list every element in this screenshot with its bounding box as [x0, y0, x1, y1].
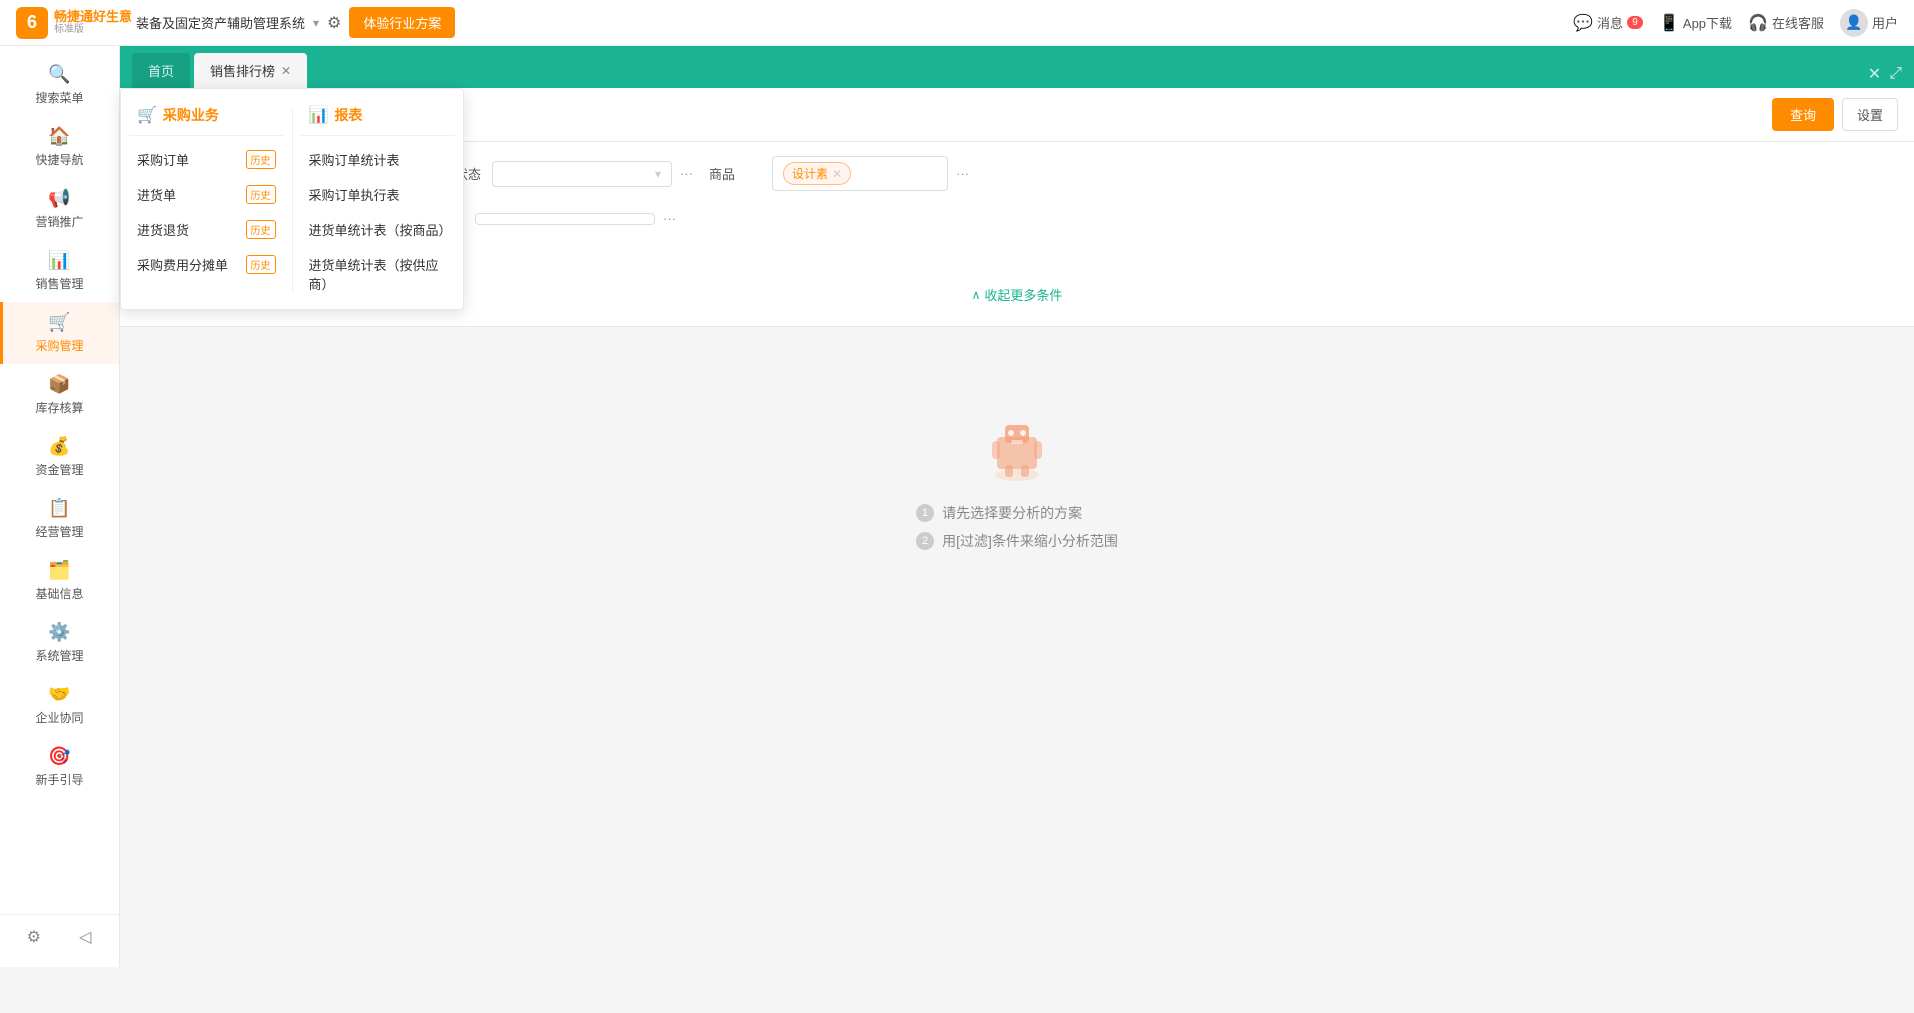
- dropdown-report-4[interactable]: 进货单统计表（按供应商）: [301, 247, 456, 301]
- settings-button[interactable]: 设置: [1842, 98, 1898, 131]
- sidebar-item-search[interactable]: 🔍 搜索菜单: [0, 54, 119, 116]
- logo-text: 畅捷通好生意 标准版: [54, 9, 132, 37]
- user-menu[interactable]: 👤 用户: [1840, 9, 1898, 37]
- sidebar-item-inventory[interactable]: 📦 库存核算: [0, 364, 119, 426]
- inventory-icon: 📦: [48, 374, 70, 395]
- basic-info-icon: 🗂️: [48, 560, 70, 581]
- dropdown-incoming[interactable]: 进货单 历史: [129, 177, 284, 212]
- status-dropdown-icon: ▾: [655, 167, 661, 181]
- phone-icon: 📱: [1659, 13, 1679, 33]
- operations-icon: 📋: [48, 498, 70, 519]
- dropdown-return[interactable]: 进货退货 历史: [129, 212, 284, 247]
- sidebar-settings-btn[interactable]: ⚙: [12, 927, 56, 947]
- sidebar-item-basic-info[interactable]: 🗂️ 基础信息: [0, 550, 119, 612]
- history-badge-1: 历史: [246, 185, 276, 204]
- salesman-more-icon[interactable]: ···: [663, 211, 676, 226]
- status-select[interactable]: ▾: [492, 161, 672, 187]
- header-right: 💬 消息 9 📱 App下载 🎧 在线客服 👤 用户: [1573, 9, 1898, 37]
- nav-dropdown-icon[interactable]: ▾: [313, 16, 319, 30]
- goods-input[interactable]: 设计素 ✕: [772, 156, 948, 191]
- history-badge-2: 历史: [246, 220, 276, 239]
- empty-state: 1 请先选择要分析的方案 2 用[过滤]条件来缩小分析范围: [120, 327, 1914, 631]
- logo-area: 6 畅捷通好生意 标准版: [16, 7, 136, 39]
- sidebar-item-guide[interactable]: 🎯 新手引导: [0, 736, 119, 798]
- empty-tip-1: 1 请先选择要分析的方案: [916, 503, 1118, 523]
- report-title: 📊 报表: [301, 101, 456, 136]
- sales-icon: 📊: [48, 250, 70, 271]
- sidebar-item-operations[interactable]: 📋 经营管理: [0, 488, 119, 550]
- message-button[interactable]: 💬 消息 9: [1573, 13, 1643, 33]
- dropdown-report-1[interactable]: 采购订单统计表: [301, 142, 456, 177]
- finance-icon: 💰: [48, 436, 70, 457]
- purchase-dropdown-menu: 🛒 采购业务 采购订单 历史 进货单 历史 进货退货 历史 采购费用分摊单 历史…: [120, 88, 464, 310]
- top-header: 6 畅捷通好生意 标准版 装备及固定资产辅助管理系统 ▾ ⚙ 体验行业方案 💬 …: [0, 0, 1914, 46]
- sidebar-item-marketing[interactable]: 📢 营销推广: [0, 178, 119, 240]
- sidebar-bottom: ⚙ ◁: [0, 914, 119, 959]
- search-icon: 🔍: [48, 64, 70, 85]
- marketing-icon: 📢: [48, 188, 70, 209]
- tab-close-all-icon[interactable]: ✕: [1868, 64, 1881, 84]
- sidebar-item-sales[interactable]: 📊 销售管理: [0, 240, 119, 302]
- purchase-business-col: 🛒 采购业务 采购订单 历史 进货单 历史 进货退货 历史 采购费用分摊单 历史: [121, 101, 292, 301]
- dropdown-purchase-order[interactable]: 采购订单 历史: [129, 142, 284, 177]
- solution-button[interactable]: 体验行业方案: [349, 7, 455, 38]
- purchase-business-icon: 🛒: [137, 105, 157, 125]
- report-col: 📊 报表 采购订单统计表 采购订单执行表 进货单统计表（按商品） 进货单统计表（…: [293, 101, 464, 301]
- sidebar-item-purchase[interactable]: 🛒 采购管理: [0, 302, 119, 364]
- salesman-input[interactable]: [475, 213, 655, 225]
- sidebar-item-system[interactable]: ⚙️ 系统管理: [0, 612, 119, 674]
- dropdown-report-2[interactable]: 采购订单执行表: [301, 177, 456, 212]
- user-avatar-icon: 👤: [1845, 14, 1862, 31]
- tab-sales-rank[interactable]: 销售排行榜 ✕: [194, 53, 307, 88]
- message-icon: 💬: [1573, 13, 1593, 33]
- status-more-icon[interactable]: ···: [680, 166, 693, 181]
- history-badge-0: 历史: [246, 150, 276, 169]
- collapse-chevron-icon: ∧: [972, 288, 981, 302]
- purchase-business-title: 🛒 采购业务: [129, 101, 284, 136]
- goods-more-icon[interactable]: ···: [956, 166, 969, 181]
- toolbar-right: 查询 设置: [1772, 98, 1898, 131]
- cooperation-icon: 🤝: [48, 684, 70, 705]
- dropdown-report-3[interactable]: 进货单统计表（按商品）: [301, 212, 456, 247]
- logo-icon: 6: [16, 7, 48, 39]
- purchase-icon: 🛒: [48, 312, 70, 333]
- tab-bar-right: ✕ ⤢: [1868, 64, 1902, 88]
- empty-tip-2: 2 用[过滤]条件来缩小分析范围: [916, 531, 1118, 551]
- settings-icon[interactable]: ⚙: [327, 13, 341, 33]
- sidebar: 🔍 搜索菜单 🏠 快捷导航 📢 营销推广 📊 销售管理 🛒 采购管理 📦 库存核…: [0, 46, 120, 967]
- header-nav: 装备及固定资产辅助管理系统 ▾ ⚙ 体验行业方案: [136, 7, 1573, 38]
- goods-tag-remove[interactable]: ✕: [832, 167, 842, 181]
- sidebar-item-cooperation[interactable]: 🤝 企业协同: [0, 674, 119, 736]
- sidebar-item-finance[interactable]: 💰 资金管理: [0, 426, 119, 488]
- tab-bar: 首页 销售排行榜 ✕ ✕ ⤢: [120, 46, 1914, 88]
- guide-icon: 🎯: [48, 746, 70, 767]
- goods-label: 商品: [709, 164, 764, 183]
- home-icon: 🏠: [48, 126, 70, 147]
- filter-goods: 商品 设计素 ✕ ···: [709, 156, 969, 191]
- system-title: 装备及固定资产辅助管理系统: [136, 13, 305, 32]
- tab-expand-icon[interactable]: ⤢: [1889, 65, 1902, 83]
- message-badge: 9: [1627, 16, 1643, 29]
- query-button[interactable]: 查询: [1772, 98, 1834, 131]
- empty-illustration: [977, 407, 1057, 487]
- goods-tag: 设计素 ✕: [783, 162, 851, 185]
- tab-close-icon[interactable]: ✕: [281, 64, 291, 78]
- system-icon: ⚙️: [48, 622, 70, 643]
- avatar: 👤: [1840, 9, 1868, 37]
- history-badge-3: 历史: [246, 255, 276, 274]
- tab-home[interactable]: 首页: [132, 53, 190, 88]
- sidebar-collapse-btn[interactable]: ◁: [64, 927, 108, 947]
- app-download-button[interactable]: 📱 App下载: [1659, 13, 1732, 33]
- filter-status: 单据状态 ▾ ···: [429, 161, 693, 187]
- empty-tips: 1 请先选择要分析的方案 2 用[过滤]条件来缩小分析范围: [916, 503, 1118, 551]
- sidebar-item-quick-nav[interactable]: 🏠 快捷导航: [0, 116, 119, 178]
- online-service-button[interactable]: 🎧 在线客服: [1748, 13, 1824, 33]
- headset-icon: 🎧: [1748, 13, 1768, 33]
- report-icon: 📊: [309, 105, 329, 125]
- dropdown-expense[interactable]: 采购费用分摊单 历史: [129, 247, 284, 282]
